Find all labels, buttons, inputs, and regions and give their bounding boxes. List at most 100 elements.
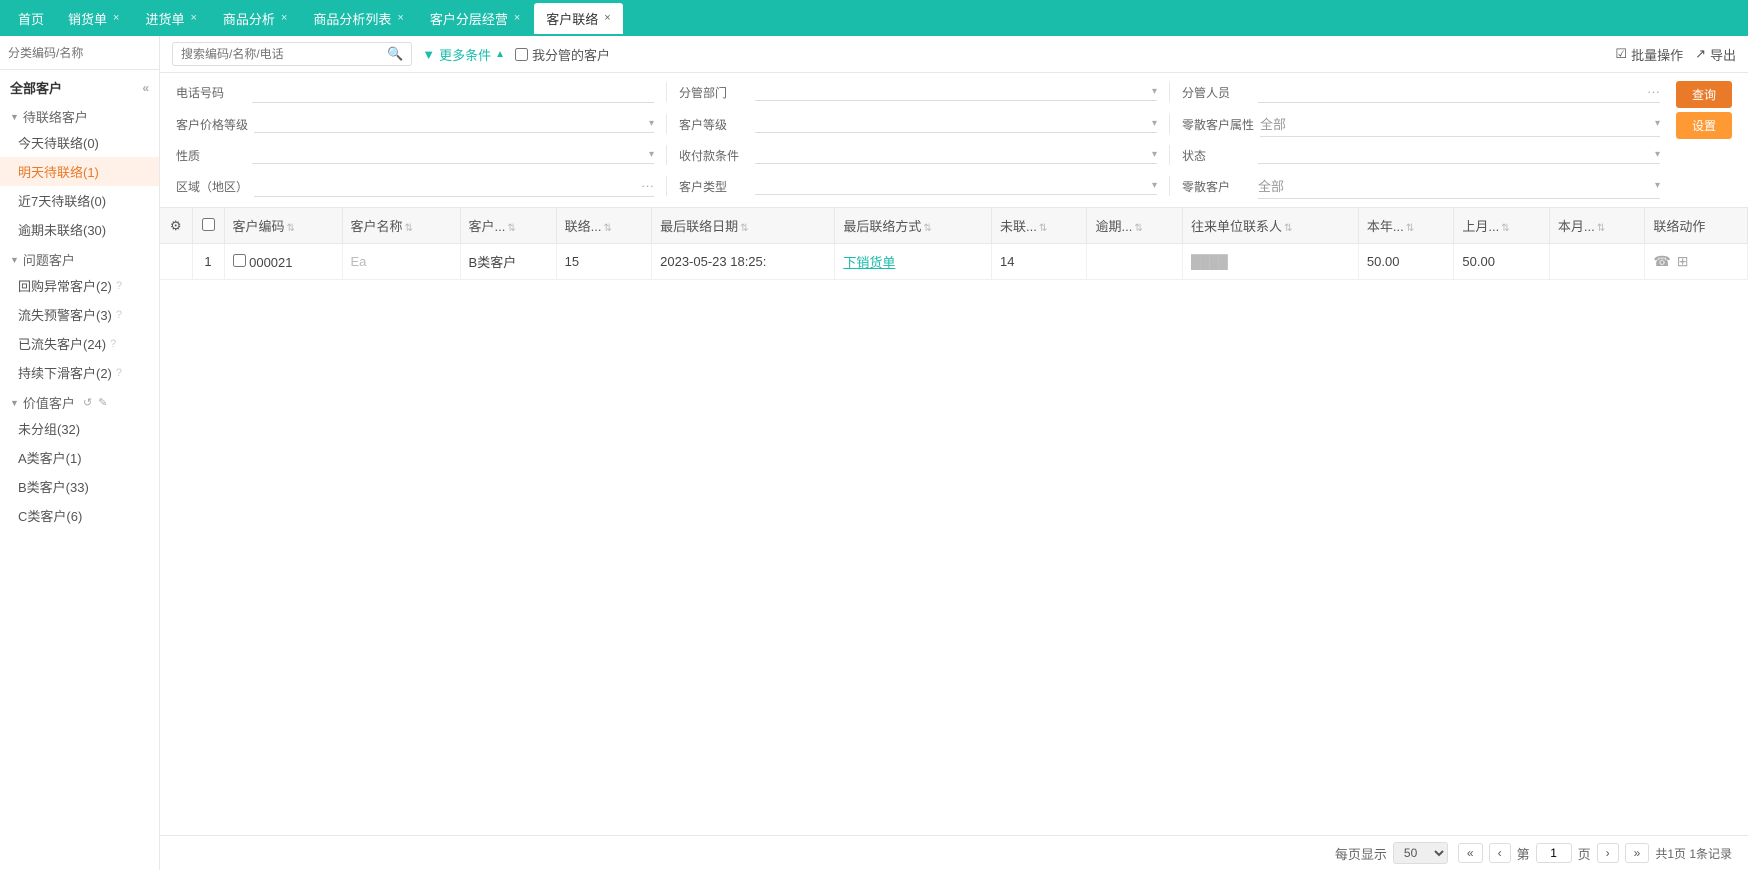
sidebar-item-declining[interactable]: 持续下滑客户(2) ? [0, 358, 159, 387]
sidebar-search-input[interactable] [8, 46, 160, 60]
filter-select-nature[interactable]: ▾ [252, 146, 654, 164]
top-navigation: 首页 销货单 × 进货单 × 商品分析 × 商品分析列表 × 客户分层经营 × … [0, 0, 1748, 36]
sidebar-all-customers[interactable]: 全部客户 « [0, 70, 159, 101]
select-all-checkbox[interactable] [202, 218, 215, 231]
filter-select-retail[interactable]: 全部 ▾ [1258, 173, 1660, 199]
more-action-icon[interactable]: ⊞ [1677, 253, 1689, 270]
sidebar-item-repurchase-abnormal[interactable]: 回购异常客户(2) ? [0, 271, 159, 300]
filter-select-status[interactable]: ▾ [1258, 146, 1660, 164]
filter-select-person[interactable]: ··· [1258, 81, 1660, 103]
filter-select-customer-level[interactable]: ▾ [755, 115, 1157, 133]
filter-row-2: 客户价格等级 ▾ 客户等级 ▾ [176, 111, 1660, 137]
sort-method-icon[interactable]: ⇅ [923, 223, 931, 234]
sidebar-item-class-a[interactable]: A类客户(1) [0, 443, 159, 472]
sort-name-icon[interactable]: ⇅ [405, 223, 413, 234]
search-input[interactable] [181, 47, 381, 61]
dropdown-status-icon: ▾ [1655, 149, 1660, 160]
filter-label-region: 区域（地区） [176, 178, 248, 195]
sidebar-item-churn-warning[interactable]: 流失预警客户(3) ? [0, 300, 159, 329]
sort-tmonth-icon[interactable]: ⇅ [1597, 223, 1605, 234]
close-purchase-tab[interactable]: × [190, 12, 196, 24]
batch-label: 批量操作 [1631, 45, 1683, 64]
sort-contact-icon[interactable]: ⇅ [604, 223, 612, 234]
filter-select-payment[interactable]: ▾ [755, 146, 1157, 164]
contact-action-icon[interactable]: ☎ [1653, 253, 1670, 270]
row-this-year: 50.00 [1358, 244, 1453, 280]
sort-date-icon[interactable]: ⇅ [740, 223, 748, 234]
filter-label-status: 状态 [1182, 147, 1252, 164]
row-last-contact-date: 2023-05-23 18:25: [652, 244, 835, 280]
row-actions: ☎ ⊞ [1645, 244, 1748, 280]
filter-select-customer-type[interactable]: ▾ [755, 177, 1157, 195]
sidebar-item-today-contact[interactable]: 今天待联络(0) [0, 128, 159, 157]
top-toolbar: 🔍 ▼ 更多条件 ▲ 我分管的客户 ☑ 批量操作 ↗ 导出 [160, 36, 1748, 73]
sort-unit-icon[interactable]: ⇅ [1284, 223, 1292, 234]
close-customer-contact-tab[interactable]: × [604, 12, 610, 24]
sort-code-icon[interactable]: ⇅ [287, 223, 295, 234]
content-area: 🔍 ▼ 更多条件 ▲ 我分管的客户 ☑ 批量操作 ↗ 导出 [160, 36, 1748, 870]
col-settings[interactable]: ⚙ [160, 208, 192, 244]
sort-overdue-icon[interactable]: ⇅ [1134, 223, 1142, 234]
close-customer-layer-tab[interactable]: × [514, 12, 520, 24]
sidebar: 🔍 全部客户 « 待联络客户 今天待联络(0) 明天待联络(1) 近7天待联络(… [0, 36, 160, 870]
sidebar-item-7day-contact[interactable]: 近7天待联络(0) [0, 186, 159, 215]
last-page-button[interactable]: » [1625, 843, 1650, 863]
sidebar-item-class-c[interactable]: C类客户(6) [0, 501, 159, 530]
my-customer-checkbox-wrap[interactable]: 我分管的客户 [515, 45, 610, 64]
nav-tab-analysis-list[interactable]: 商品分析列表 × [301, 3, 415, 34]
nav-tab-customer-layer[interactable]: 客户分层经营 × [418, 3, 532, 34]
sort-lmonth-icon[interactable]: ⇅ [1501, 223, 1509, 234]
sidebar-item-overdue-contact[interactable]: 逾期未联络(30) [0, 215, 159, 244]
next-page-button[interactable]: › [1597, 843, 1619, 863]
help-icon-4[interactable]: ? [116, 367, 122, 379]
row-type: B类客户 [460, 244, 556, 280]
col-checkbox-header[interactable] [192, 208, 224, 244]
col-overdue: 逾期...⇅ [1087, 208, 1182, 244]
contact-method-link[interactable]: 下销货单 [843, 255, 895, 270]
sort-no-contact-icon[interactable]: ⇅ [1039, 223, 1047, 234]
query-button[interactable]: 查询 [1676, 81, 1732, 108]
filter-select-dept[interactable]: ▾ [755, 83, 1157, 101]
sidebar-collapse-icon[interactable]: « [142, 81, 149, 95]
sidebar-item-tomorrow-contact[interactable]: 明天待联络(1) [0, 157, 159, 186]
help-icon-3[interactable]: ? [110, 338, 116, 350]
filter-label: 更多条件 [439, 45, 491, 64]
filter-button[interactable]: ▼ 更多条件 ▲ [422, 45, 505, 64]
export-button[interactable]: ↗ 导出 [1695, 45, 1736, 64]
dropdown-dept-icon: ▾ [1152, 86, 1157, 97]
sort-year-icon[interactable]: ⇅ [1406, 223, 1414, 234]
batch-button[interactable]: ☑ 批量操作 [1615, 45, 1683, 64]
close-sales-tab[interactable]: × [113, 12, 119, 24]
first-page-button[interactable]: « [1458, 843, 1483, 863]
sort-type-icon[interactable]: ⇅ [507, 223, 515, 234]
row-name[interactable]: Ea [342, 244, 460, 280]
masked-name: Ea [351, 254, 367, 269]
help-icon-2[interactable]: ? [116, 309, 122, 321]
row-last-contact-method[interactable]: 下销货单 [835, 244, 992, 280]
sidebar-item-ungrouped[interactable]: 未分组(32) [0, 414, 159, 443]
page-input[interactable] [1536, 843, 1572, 863]
help-icon-1[interactable]: ? [116, 280, 122, 292]
my-customer-checkbox[interactable] [515, 48, 528, 61]
prev-page-button[interactable]: ‹ [1489, 843, 1511, 863]
nav-tab-analysis[interactable]: 商品分析 × [211, 3, 299, 34]
per-page-select[interactable]: 50 100 200 [1393, 842, 1448, 864]
dropdown-type-icon: ▾ [1152, 180, 1157, 191]
nav-home[interactable]: 首页 [8, 3, 54, 34]
nav-tab-customer-contact[interactable]: 客户联络 × [534, 3, 622, 34]
search-icon[interactable]: 🔍 [387, 46, 403, 62]
filter-input-phone[interactable] [252, 82, 654, 103]
close-analysis-list-tab[interactable]: × [397, 12, 403, 24]
sidebar-item-churned[interactable]: 已流失客户(24) ? [0, 329, 159, 358]
sidebar-item-class-b[interactable]: B类客户(33) [0, 472, 159, 501]
close-analysis-tab[interactable]: × [281, 12, 287, 24]
nav-tab-purchase[interactable]: 进货单 × [133, 3, 208, 34]
settings-button[interactable]: 设置 [1676, 112, 1732, 139]
row-settings [160, 244, 192, 280]
filter-select-retail-attr[interactable]: 全部 ▾ [1260, 111, 1660, 137]
nav-tab-sales[interactable]: 销货单 × [56, 3, 131, 34]
row-code: 000021 [224, 244, 342, 280]
row-select-checkbox[interactable] [233, 254, 246, 267]
filter-select-region[interactable]: ··· [254, 175, 654, 197]
filter-select-price-level[interactable]: ▾ [254, 115, 654, 133]
